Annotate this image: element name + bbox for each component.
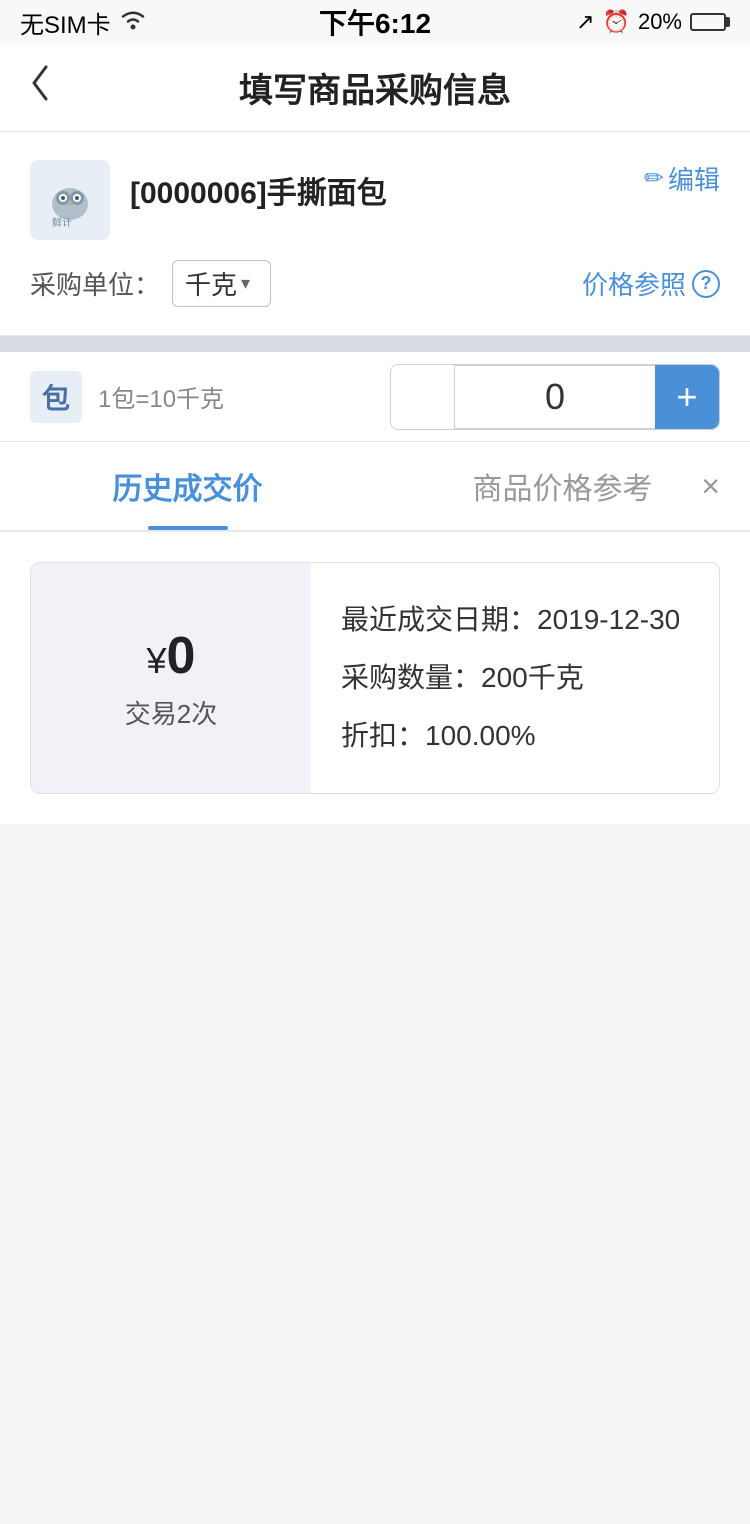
product-thumbnail: 鲜计: [30, 160, 110, 240]
status-bar: 无SIM卡 下午6:12 ↗ ⏰ 20%: [0, 0, 750, 44]
quantity-section: 包 1包=10千克 0 +: [0, 352, 750, 442]
status-right: ↗ ⏰ 20%: [576, 9, 730, 35]
unit-label: 采购单位：: [30, 265, 160, 302]
alarm-icon: ⏰: [603, 9, 630, 35]
price-value: 0: [167, 627, 196, 685]
location-icon: ↗: [576, 9, 594, 35]
tabs-bar: 历史成交价 商品价格参考 ×: [0, 442, 750, 532]
battery-icon: [690, 13, 730, 31]
product-title: 手撕面包: [267, 177, 387, 210]
product-code: [0000006]: [130, 177, 267, 210]
carrier-text: 无SIM卡: [20, 5, 111, 40]
wifi-icon: [119, 8, 147, 37]
quantity-left-space: [391, 365, 455, 429]
plus-icon: +: [676, 376, 697, 418]
discount-value: 100.00%: [425, 720, 536, 751]
discount-row: 折扣：100.00%: [341, 715, 689, 757]
section-divider: [0, 336, 750, 352]
unit-select[interactable]: 千克 ▾: [172, 260, 271, 307]
tab-history-label: 历史成交价: [113, 464, 263, 508]
unit-value: 千克: [185, 265, 237, 302]
quantity-input-group: 0 +: [390, 364, 720, 430]
history-card: ¥0 交易2次 最近成交日期：2019-12-30 采购数量：200千克 折扣：…: [30, 562, 720, 794]
product-header: 鲜计 [0000006]手撕面包 ✏ 编辑: [30, 160, 720, 240]
tab-active-indicator: [148, 526, 228, 530]
main-body: [0, 824, 750, 1524]
page-title: 填写商品采购信息: [239, 63, 511, 112]
battery-percent: 20%: [638, 9, 682, 35]
tab-price-ref-label: 商品价格参考: [473, 464, 653, 508]
history-content: ¥0 交易2次 最近成交日期：2019-12-30 采购数量：200千克 折扣：…: [0, 532, 750, 824]
back-button[interactable]: [28, 63, 52, 112]
price-ref-label: 价格参照: [582, 265, 686, 302]
quantity-unit-hint: 1包=10千克: [98, 379, 224, 414]
purchase-qty-label: 采购数量：: [341, 662, 481, 693]
price-ref-button[interactable]: 价格参照 ?: [582, 265, 720, 302]
quantity-unit-box: 包: [30, 371, 82, 423]
nav-bar: 填写商品采购信息: [0, 44, 750, 132]
purchase-qty-value: 200千克: [481, 662, 584, 693]
tab-product-price-ref[interactable]: 商品价格参考: [375, 442, 750, 530]
tab-history-price[interactable]: 历史成交价: [0, 442, 375, 530]
edit-button[interactable]: ✏ 编辑: [644, 160, 720, 197]
unit-left: 采购单位： 千克 ▾: [30, 260, 271, 307]
card-price: ¥0: [147, 626, 196, 686]
trade-count: 交易2次: [125, 694, 217, 731]
status-left: 无SIM卡: [20, 5, 147, 40]
edit-label: 编辑: [668, 160, 720, 197]
discount-label: 折扣：: [341, 720, 425, 751]
svg-text:鲜计: 鲜计: [52, 216, 72, 228]
status-time: 下午6:12: [319, 2, 431, 42]
card-detail-section: 最近成交日期：2019-12-30 采购数量：200千克 折扣：100.00%: [311, 563, 719, 793]
info-icon: ?: [692, 270, 720, 298]
product-name: [0000006]手撕面包: [130, 160, 387, 212]
purchase-qty-row: 采购数量：200千克: [341, 657, 689, 699]
quantity-plus-button[interactable]: +: [655, 365, 719, 429]
quantity-label-group: 包 1包=10千克: [30, 371, 224, 423]
card-price-section: ¥0 交易2次: [31, 563, 311, 793]
recent-date-row: 最近成交日期：2019-12-30: [341, 599, 689, 641]
recent-date-label: 最近成交日期：: [341, 604, 537, 635]
price-symbol: ¥: [147, 640, 167, 681]
recent-date-value: 2019-12-30: [537, 604, 680, 635]
tab-close-button[interactable]: ×: [701, 468, 720, 505]
edit-icon: ✏: [644, 164, 664, 193]
product-left: 鲜计 [0000006]手撕面包: [30, 160, 387, 240]
product-section: 鲜计 [0000006]手撕面包 ✏ 编辑 采购单位： 千克 ▾ 价格参照 ?: [0, 132, 750, 336]
quantity-input[interactable]: 0: [455, 365, 655, 429]
product-unit-row: 采购单位： 千克 ▾ 价格参照 ?: [30, 260, 720, 307]
unit-dropdown-arrow: ▾: [241, 273, 250, 294]
product-name-group: [0000006]手撕面包: [130, 160, 387, 212]
